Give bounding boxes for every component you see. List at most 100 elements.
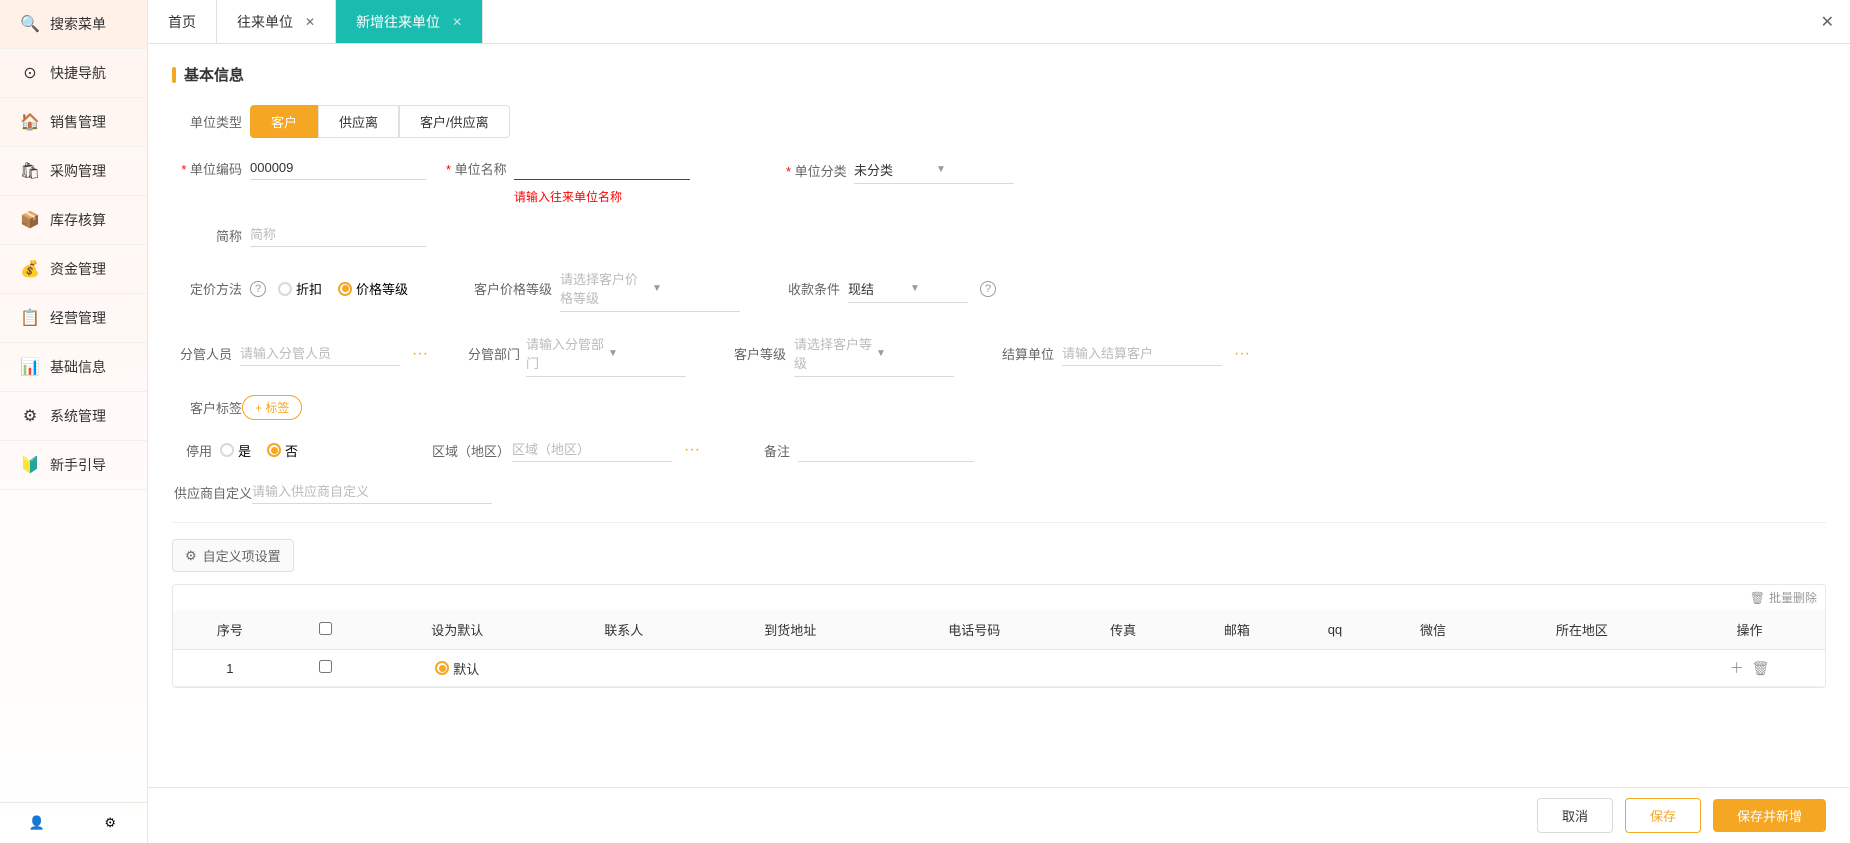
short-name-field: 简称: [172, 223, 426, 247]
default-label: 默认: [453, 659, 479, 678]
th-wechat: 微信: [1376, 610, 1490, 650]
save-new-button[interactable]: 保存并新增: [1713, 799, 1826, 832]
cell-qq: [1294, 650, 1376, 687]
pricing-row: 定价方法 ? 折扣 价格等级 客户价格等级 请选择客户价格等级: [172, 265, 1826, 312]
customer-tag-row: 客户标签 + 标签: [172, 395, 1826, 420]
unit-category-value: 未分类: [854, 160, 932, 179]
sidebar-item-label: 基础信息: [50, 357, 106, 377]
sidebar-item-inventory[interactable]: 📦 库存核算: [0, 196, 147, 245]
department-label: 分管部门: [468, 344, 518, 363]
add-tag-button[interactable]: + 标签: [242, 395, 302, 420]
pricing-info-icon[interactable]: ?: [250, 281, 266, 297]
cell-action: ＋ 🗑: [1674, 650, 1825, 687]
unit-type-label: 单位类型: [172, 112, 242, 131]
manager-label: 分管人员: [172, 344, 232, 363]
unit-category-select[interactable]: 未分类 ▼: [854, 156, 1014, 184]
unit-code-input[interactable]: [250, 156, 426, 180]
th-qq: qq: [1294, 610, 1376, 650]
cell-fax: [1066, 650, 1180, 687]
batch-delete-button[interactable]: 🗑 批量删除: [1750, 589, 1817, 606]
customer-level-label: 客户等级: [726, 344, 786, 363]
disabled-no-label: 否: [285, 441, 298, 460]
sidebar-item-system[interactable]: ⚙ 系统管理: [0, 392, 147, 441]
finance-icon: 💰: [20, 259, 40, 279]
manager-input[interactable]: [240, 342, 400, 366]
sidebar-item-purchase[interactable]: 🛍 采购管理: [0, 147, 147, 196]
disabled-yes[interactable]: 是: [220, 441, 251, 460]
region-field: 区域（地区） ···: [432, 438, 700, 462]
region-label: 区域（地区）: [432, 441, 504, 460]
cancel-button[interactable]: 取消: [1537, 798, 1613, 833]
customer-tag-label: 客户标签: [172, 398, 242, 417]
default-radio[interactable]: [435, 661, 449, 675]
tab-partners-close[interactable]: ✕: [305, 15, 315, 29]
sidebar-item-quicknav[interactable]: ⊙ 快捷导航: [0, 49, 147, 98]
tab-new-partner-label: 新增往来单位: [356, 12, 440, 32]
short-name-label: 简称: [172, 226, 242, 245]
customer-price-level-field: 客户价格等级 请选择客户价格等级 ▼: [472, 265, 740, 312]
add-row-btn[interactable]: ＋: [1730, 658, 1744, 678]
unit-name-input[interactable]: [514, 156, 690, 180]
pricing-radio-discount[interactable]: 折扣: [278, 279, 322, 298]
delete-row-btn[interactable]: 🗑: [1752, 660, 1770, 677]
settlement-unit-input[interactable]: [1062, 342, 1222, 366]
th-seq: 序号: [173, 610, 287, 650]
save-button[interactable]: 保存: [1625, 798, 1701, 833]
tab-new-partner[interactable]: 新增往来单位 ✕: [336, 0, 483, 43]
region-input[interactable]: [512, 438, 672, 462]
tab-new-partner-close[interactable]: ✕: [452, 15, 462, 29]
contacts-table-container: 🗑 批量删除 序号 设为默认 联系人 到货地址 电话号码 传真: [172, 584, 1826, 688]
supplier-custom-input[interactable]: [252, 480, 492, 504]
customer-level-select[interactable]: 请选择客户等级 ▼: [794, 330, 954, 377]
sidebar-bottom: 👤 ⚙: [0, 802, 147, 843]
settlement-more-btn[interactable]: ···: [1234, 345, 1250, 363]
custom-settings-button[interactable]: ⚙ 自定义项设置: [172, 539, 294, 572]
short-name-input[interactable]: [250, 223, 426, 247]
customer-price-level-placeholder: 请选择客户价格等级: [560, 269, 648, 307]
cell-default: 默认: [365, 650, 549, 687]
sidebar-item-search[interactable]: 🔍 搜索菜单: [0, 0, 147, 49]
department-select[interactable]: 请输入分管部门 ▼: [526, 330, 686, 377]
short-name-row: 简称: [172, 223, 1826, 247]
type-btn-supplier[interactable]: 供应离: [318, 105, 399, 138]
th-checkbox: [287, 610, 365, 650]
remark-input[interactable]: [798, 438, 974, 462]
sidebar-bottom-left[interactable]: 👤: [0, 803, 74, 843]
tab-bar-close-all[interactable]: ✕: [1805, 12, 1850, 32]
sidebar-bottom-right[interactable]: ⚙: [74, 803, 148, 843]
sidebar-item-label: 新手引导: [50, 455, 106, 475]
person-icon: 👤: [29, 815, 45, 831]
payment-terms-select[interactable]: 现结 ▼: [848, 275, 968, 303]
payment-info-icon[interactable]: ?: [980, 281, 996, 297]
remark-field: 备注: [760, 438, 974, 462]
inventory-icon: 📦: [20, 210, 40, 230]
tab-home-label: 首页: [168, 12, 196, 32]
sidebar-item-sales[interactable]: 🏠 销售管理: [0, 98, 147, 147]
sidebar-item-label: 快捷导航: [50, 63, 106, 83]
tab-home[interactable]: 首页: [148, 0, 217, 43]
tab-partners[interactable]: 往来单位 ✕: [217, 0, 336, 43]
type-btn-both[interactable]: 客户/供应离: [399, 105, 510, 138]
system-icon: ⚙: [20, 406, 40, 426]
department-placeholder: 请输入分管部门: [526, 334, 604, 372]
sidebar-item-basic[interactable]: 📊 基础信息: [0, 343, 147, 392]
pricelevel-radio-circle: [338, 282, 352, 296]
region-more-btn[interactable]: ···: [684, 441, 700, 459]
sidebar-item-finance[interactable]: 💰 资金管理: [0, 245, 147, 294]
manager-more-btn[interactable]: ···: [412, 345, 428, 363]
sidebar-item-operation[interactable]: 📋 经营管理: [0, 294, 147, 343]
cell-email: [1180, 650, 1294, 687]
sidebar-item-newguide[interactable]: 🔰 新手引导: [0, 441, 147, 490]
supplier-custom-label: 供应商自定义: [172, 483, 252, 502]
chevron-down-icon: ▼: [652, 283, 740, 294]
disabled-no[interactable]: 否: [267, 441, 298, 460]
pricing-method-field: 定价方法 ? 折扣 价格等级: [172, 279, 432, 298]
batch-delete-label: 批量删除: [1769, 589, 1817, 606]
chevron-down-icon: ▼: [936, 164, 1014, 175]
select-all-checkbox[interactable]: [319, 622, 332, 635]
row-checkbox[interactable]: [319, 660, 332, 673]
customer-price-level-select[interactable]: 请选择客户价格等级 ▼: [560, 265, 740, 312]
cell-wechat: [1376, 650, 1490, 687]
pricing-radio-pricelevel[interactable]: 价格等级: [338, 279, 408, 298]
type-btn-customer[interactable]: 客户: [250, 105, 318, 138]
